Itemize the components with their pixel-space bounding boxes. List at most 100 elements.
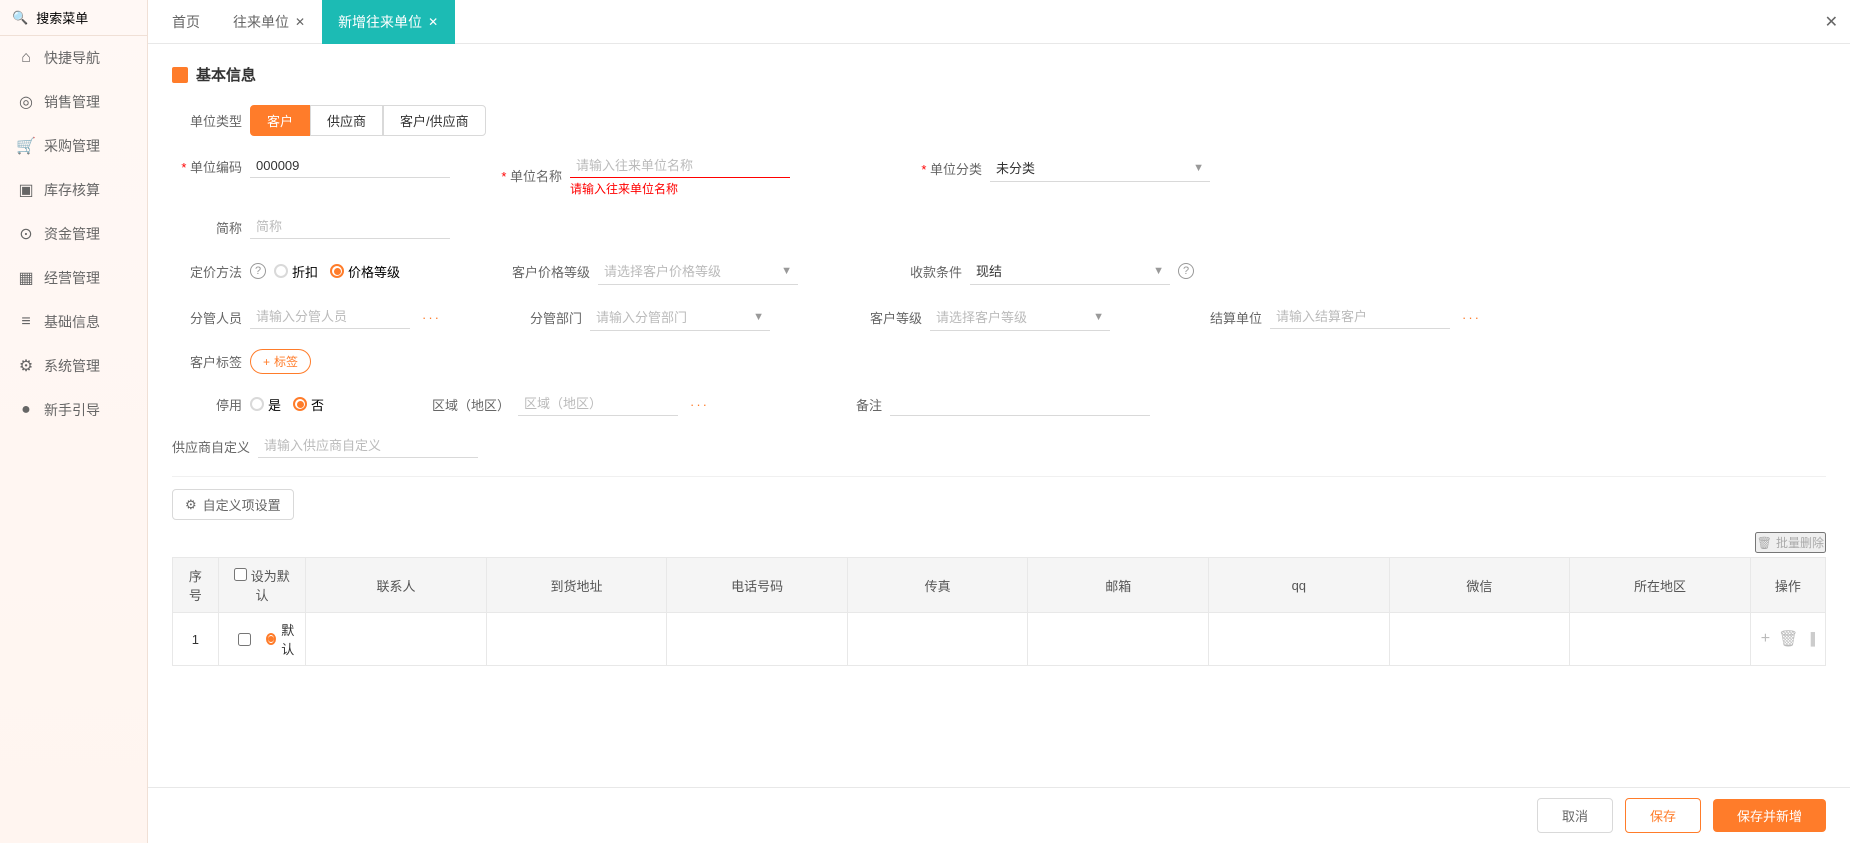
customer-level-label: 客户等级 [852,308,922,327]
address-input[interactable] [497,632,657,647]
tab-partners-label: 往来单位 [233,12,289,32]
pricing-radio-level[interactable]: 价格等级 [330,262,400,281]
unit-type-buttons: 客户 供应商 客户/供应商 [250,105,486,136]
cell-region [1570,613,1751,666]
tab-new-partner-close[interactable]: ✕ [428,15,438,29]
supplier-custom-group: 供应商自定义 [172,434,1826,458]
customer-tag-label: 客户标签 [172,352,242,371]
payment-terms-value: 现结 [976,261,1149,280]
cell-fax [847,613,1028,666]
cancel-button[interactable]: 取消 [1537,798,1613,833]
cell-address [486,613,667,666]
sidebar-item-basic[interactable]: ≡ 基础信息 [0,300,147,344]
sidebar-search[interactable]: 🔍 搜索菜单 [0,0,147,36]
customer-price-level-select[interactable]: 请选择客户价格等级 ▼ [598,257,798,285]
unit-category-select[interactable]: 未分类 ▼ [990,154,1210,182]
tab-bar: 首页 往来单位 ✕ 新增往来单位 ✕ ✕ [148,0,1850,44]
tab-new-partner-label: 新增往来单位 [338,12,422,32]
payment-terms-select[interactable]: 现结 ▼ [970,257,1170,285]
unit-code-input[interactable] [250,154,450,178]
sidebar-item-quick-nav[interactable]: ⌂ 快捷导航 [0,36,147,80]
pricing-help-icon[interactable]: ? [250,263,266,279]
sidebar-item-system[interactable]: ⚙ 系统管理 [0,344,147,388]
row-scrollbar[interactable]: ▐ [1806,632,1815,646]
default-radio[interactable]: 默认 [266,620,295,658]
contact-input[interactable] [316,632,476,647]
sidebar-item-guide[interactable]: ● 新手引导 [0,388,147,432]
add-row-button[interactable]: + [1761,630,1770,648]
batch-delete-button[interactable]: 🗑 批量删除 [1755,532,1826,553]
unit-type-btn-both[interactable]: 客户/供应商 [383,105,486,136]
remarks-input[interactable] [890,392,1150,416]
region-input[interactable] [518,392,678,416]
customer-level-value: 请选择客户等级 [936,307,1089,326]
disable-radio-yes[interactable]: 是 [250,395,281,414]
qq-input[interactable] [1219,632,1379,647]
short-name-input[interactable] [250,215,450,239]
pricing-radio-level-circle [330,264,344,278]
fax-input[interactable] [858,632,1018,647]
pricing-radio-discount[interactable]: 折扣 [274,262,318,281]
sidebar-item-label: 系统管理 [44,356,100,376]
email-input[interactable] [1038,632,1198,647]
disable-radio-group: 是 否 [250,395,324,414]
sidebar-search-label: 搜索菜单 [36,8,88,27]
payment-terms-help-icon[interactable]: ? [1178,263,1194,279]
tab-new-partner[interactable]: 新增往来单位 ✕ [322,0,455,44]
add-tag-button[interactable]: + 标签 [250,349,311,374]
unit-name-input[interactable] [570,154,790,178]
disable-radio-yes-label: 是 [268,395,281,414]
department-select[interactable]: 请输入分管部门 ▼ [590,303,770,331]
settlement-unit-input[interactable] [1270,305,1450,329]
remarks-group: 备注 [812,392,1212,416]
pricing-row: 定价方法 ? 折扣 价格等级 客户价格等级 [172,257,1826,285]
main-area: 首页 往来单位 ✕ 新增往来单位 ✕ ✕ 基本信息 单位类型 客户 供应商 客户… [148,0,1850,843]
operation-icon: ▦ [16,268,36,288]
manager-group: 分管人员 ··· [172,305,512,329]
unit-type-row: 单位类型 客户 供应商 客户/供应商 [172,105,1826,136]
window-close-button[interactable]: ✕ [1825,12,1838,32]
phone-input[interactable] [677,632,837,647]
sidebar-item-purchase[interactable]: 🛒 采购管理 [0,124,147,168]
unit-type-btn-supplier[interactable]: 供应商 [310,105,383,136]
tab-partners-close[interactable]: ✕ [295,15,305,29]
batch-delete-label: 批量删除 [1776,534,1824,551]
customer-level-select[interactable]: 请选择客户等级 ▼ [930,303,1110,331]
default-radio-label: 默认 [280,620,295,658]
manager-row: 分管人员 ··· 分管部门 请输入分管部门 ▼ 客户等级 请选择客户等级 ▼ 结… [172,303,1826,331]
customer-tag-row: 客户标签 + 标签 [172,349,1826,374]
disable-radio-no[interactable]: 否 [293,395,324,414]
save-button[interactable]: 保存 [1625,798,1701,833]
region-table-input[interactable] [1580,632,1740,647]
delete-row-button[interactable]: 🗑 [1778,629,1798,649]
pricing-radio-level-label: 价格等级 [348,262,400,281]
select-all-checkbox[interactable] [234,568,247,581]
unit-type-btn-customer[interactable]: 客户 [250,105,310,136]
wechat-input[interactable] [1400,632,1560,647]
save-new-button[interactable]: 保存并新增 [1713,799,1826,832]
inventory-icon: ▣ [16,180,36,200]
customer-tag-group: 客户标签 + 标签 [172,349,1826,374]
department-label: 分管部门 [512,308,582,327]
sales-icon: ◎ [16,92,36,112]
sidebar-item-finance[interactable]: ⊙ 资金管理 [0,212,147,256]
short-name-group: 简称 [172,215,492,239]
tab-partners[interactable]: 往来单位 ✕ [217,0,322,44]
manager-input[interactable] [250,305,410,329]
settlement-unit-group: 结算单位 ··· [1192,305,1572,329]
supplier-custom-label: 供应商自定义 [172,437,250,456]
batch-delete-row: 🗑 批量删除 [172,532,1826,553]
tab-home[interactable]: 首页 [156,0,217,44]
sidebar-item-sales[interactable]: ◎ 销售管理 [0,80,147,124]
short-name-label: 简称 [172,218,242,237]
sidebar-item-inventory[interactable]: ▣ 库存核算 [0,168,147,212]
custom-settings-button[interactable]: ⚙ 自定义项设置 [172,489,294,520]
supplier-custom-input[interactable] [258,434,478,458]
row-checkbox[interactable] [229,633,261,646]
settlement-unit-more-btn[interactable]: ··· [1458,310,1485,325]
region-more-btn[interactable]: ··· [686,397,713,412]
cell-action: + 🗑 ▐ [1750,613,1825,666]
manager-more-btn[interactable]: ··· [418,310,445,325]
sidebar-item-operation[interactable]: ▦ 经营管理 [0,256,147,300]
row-actions: + 🗑 ▐ [1761,629,1815,649]
